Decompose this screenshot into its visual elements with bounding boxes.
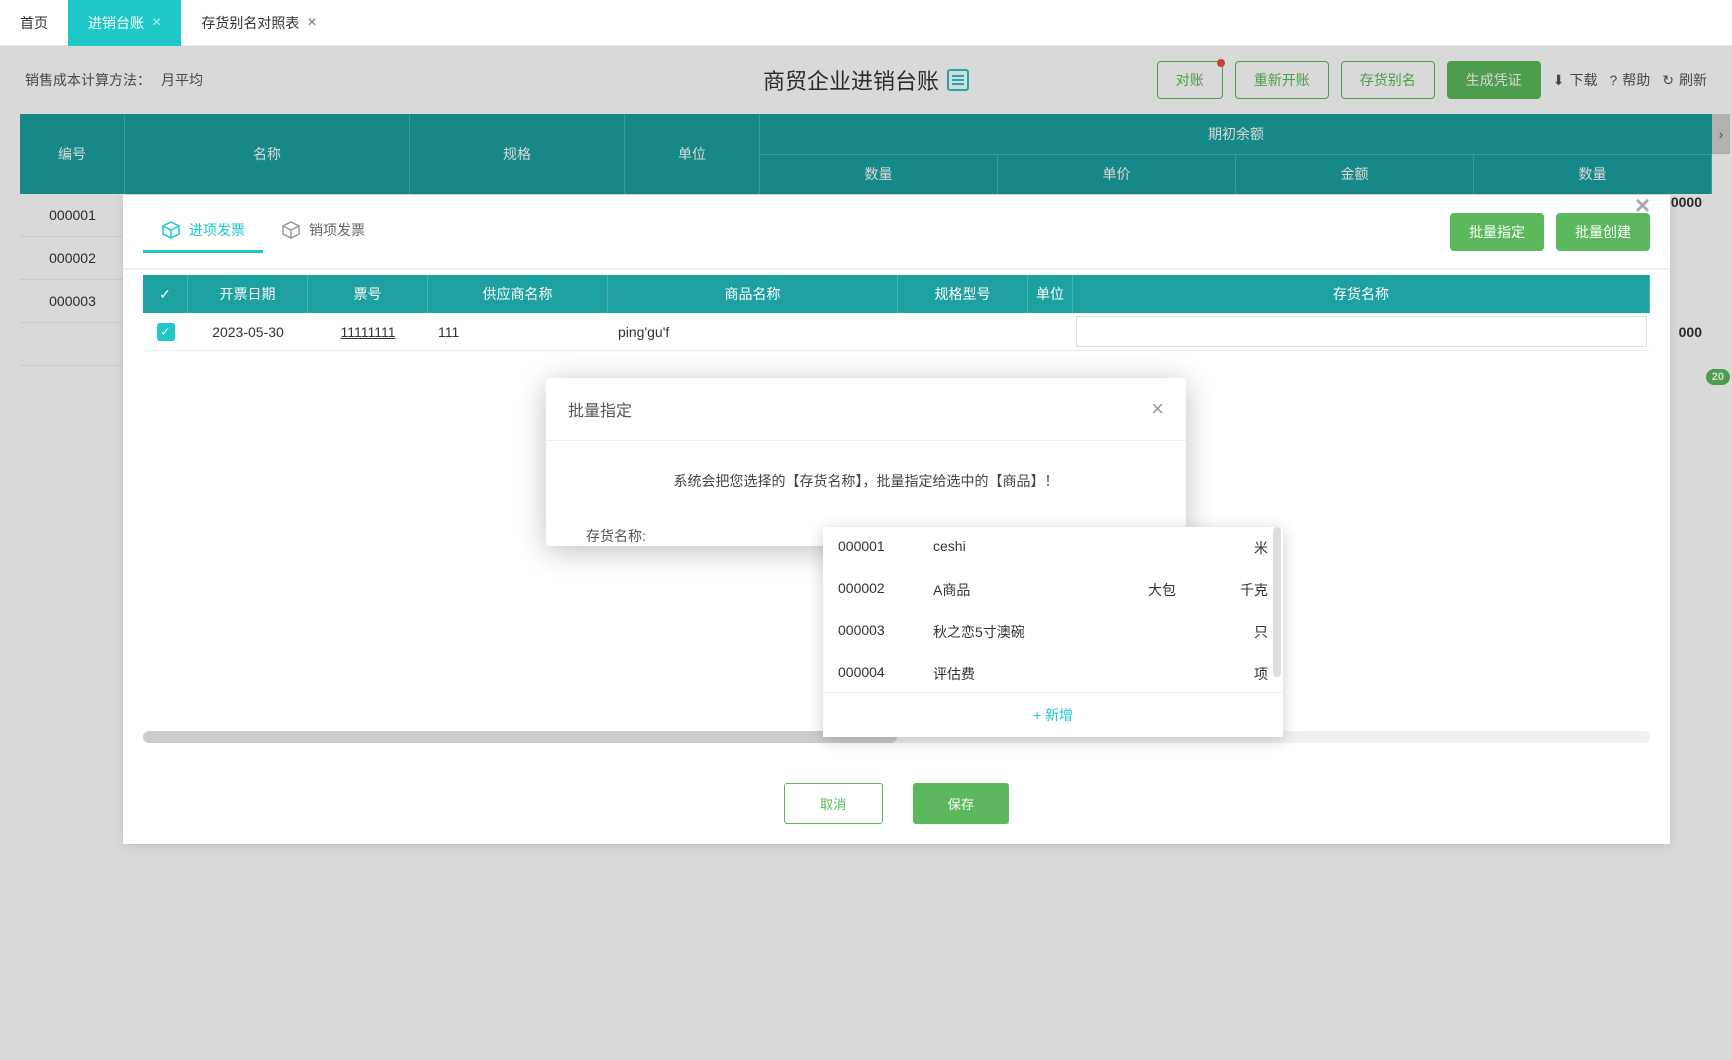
invoice-row: ✓ 2023-05-30 11111111 111 ping'gu'f [143,313,1650,351]
row-product: ping'gu'f [608,313,898,350]
invoice-table: ✓ 开票日期 票号 供应商名称 商品名称 规格型号 单位 存货名称 ✓ 2023… [143,275,1650,351]
row-supplier: 111 [428,313,608,350]
tab-invoice-out[interactable]: 销项发票 [263,210,383,253]
tab-ledger-label: 进销台账 [88,13,144,33]
batch-create-button[interactable]: 批量创建 [1556,213,1650,251]
row-unit [1028,313,1073,350]
th-product: 商品名称 [608,275,898,313]
invoice-footer: 取消 保存 [123,763,1670,844]
th-inventory: 存货名称 [1073,275,1650,313]
th-checkbox[interactable]: ✓ [143,275,188,313]
tabs-bar: 首页 进销台账 × 存货别名对照表 × [0,0,1732,46]
tab-ledger[interactable]: 进销台账 × [68,0,181,46]
invoice-actions: 批量指定 批量创建 [1450,213,1650,251]
th-unit: 单位 [1028,275,1073,313]
tab-alias[interactable]: 存货别名对照表 × [181,0,336,46]
dropdown-list[interactable]: 000001 ceshi 米 000002 A商品 大包 千克 000003 秋… [823,527,1283,692]
row-date: 2023-05-30 [188,313,308,350]
checkbox-checked-icon: ✓ [157,323,175,341]
batch-assign-modal: 批量指定 × 系统会把您选择的【存货名称】，批量指定给选中的【商品】！ 存货名称… [546,378,1186,546]
dropdown-item[interactable]: 000002 A商品 大包 千克 [823,569,1283,611]
row-spec [898,313,1028,350]
save-button[interactable]: 保存 [913,783,1010,824]
dropdown-item[interactable]: 000004 评估费 项 [823,653,1283,692]
th-ticket: 票号 [308,275,428,313]
tab-home[interactable]: 首页 [0,0,68,46]
th-spec: 规格型号 [898,275,1028,313]
inventory-dropdown: 000001 ceshi 米 000002 A商品 大包 千克 000003 秋… [823,527,1283,737]
close-icon[interactable]: × [1151,396,1164,422]
tab-invoice-in[interactable]: 进项发票 [143,210,263,253]
th-supplier: 供应商名称 [428,275,608,313]
th-date: 开票日期 [188,275,308,313]
modal-tip: 系统会把您选择的【存货名称】，批量指定给选中的【商品】！ [586,471,1146,491]
close-icon[interactable]: × [307,14,316,32]
close-icon[interactable]: × [152,14,161,32]
batch-assign-button[interactable]: 批量指定 [1450,213,1544,251]
row-inventory-input[interactable] [1076,316,1647,347]
cube-icon [161,220,181,240]
row-checkbox[interactable]: ✓ [143,313,188,350]
tab-alias-label: 存货别名对照表 [201,13,299,33]
modal-title: 批量指定 [568,397,632,421]
cube-icon [281,220,301,240]
cancel-button[interactable]: 取消 [784,783,883,824]
invoice-header: 进项发票 销项发票 批量指定 批量创建 [123,195,1670,270]
add-new-item[interactable]: + 新增 [823,692,1283,737]
dropdown-item[interactable]: 000001 ceshi 米 [823,527,1283,569]
dropdown-scrollbar[interactable] [1273,527,1281,677]
invoice-tabs: 进项发票 销项发票 [143,210,383,253]
modal-header: 批量指定 × [546,378,1186,441]
invoice-table-header: ✓ 开票日期 票号 供应商名称 商品名称 规格型号 单位 存货名称 [143,275,1650,313]
tab-home-label: 首页 [20,13,48,33]
row-ticket[interactable]: 11111111 [308,313,428,350]
scrollbar-thumb[interactable] [143,731,897,743]
dropdown-item[interactable]: 000003 秋之恋5寸澳碗 只 [823,611,1283,653]
